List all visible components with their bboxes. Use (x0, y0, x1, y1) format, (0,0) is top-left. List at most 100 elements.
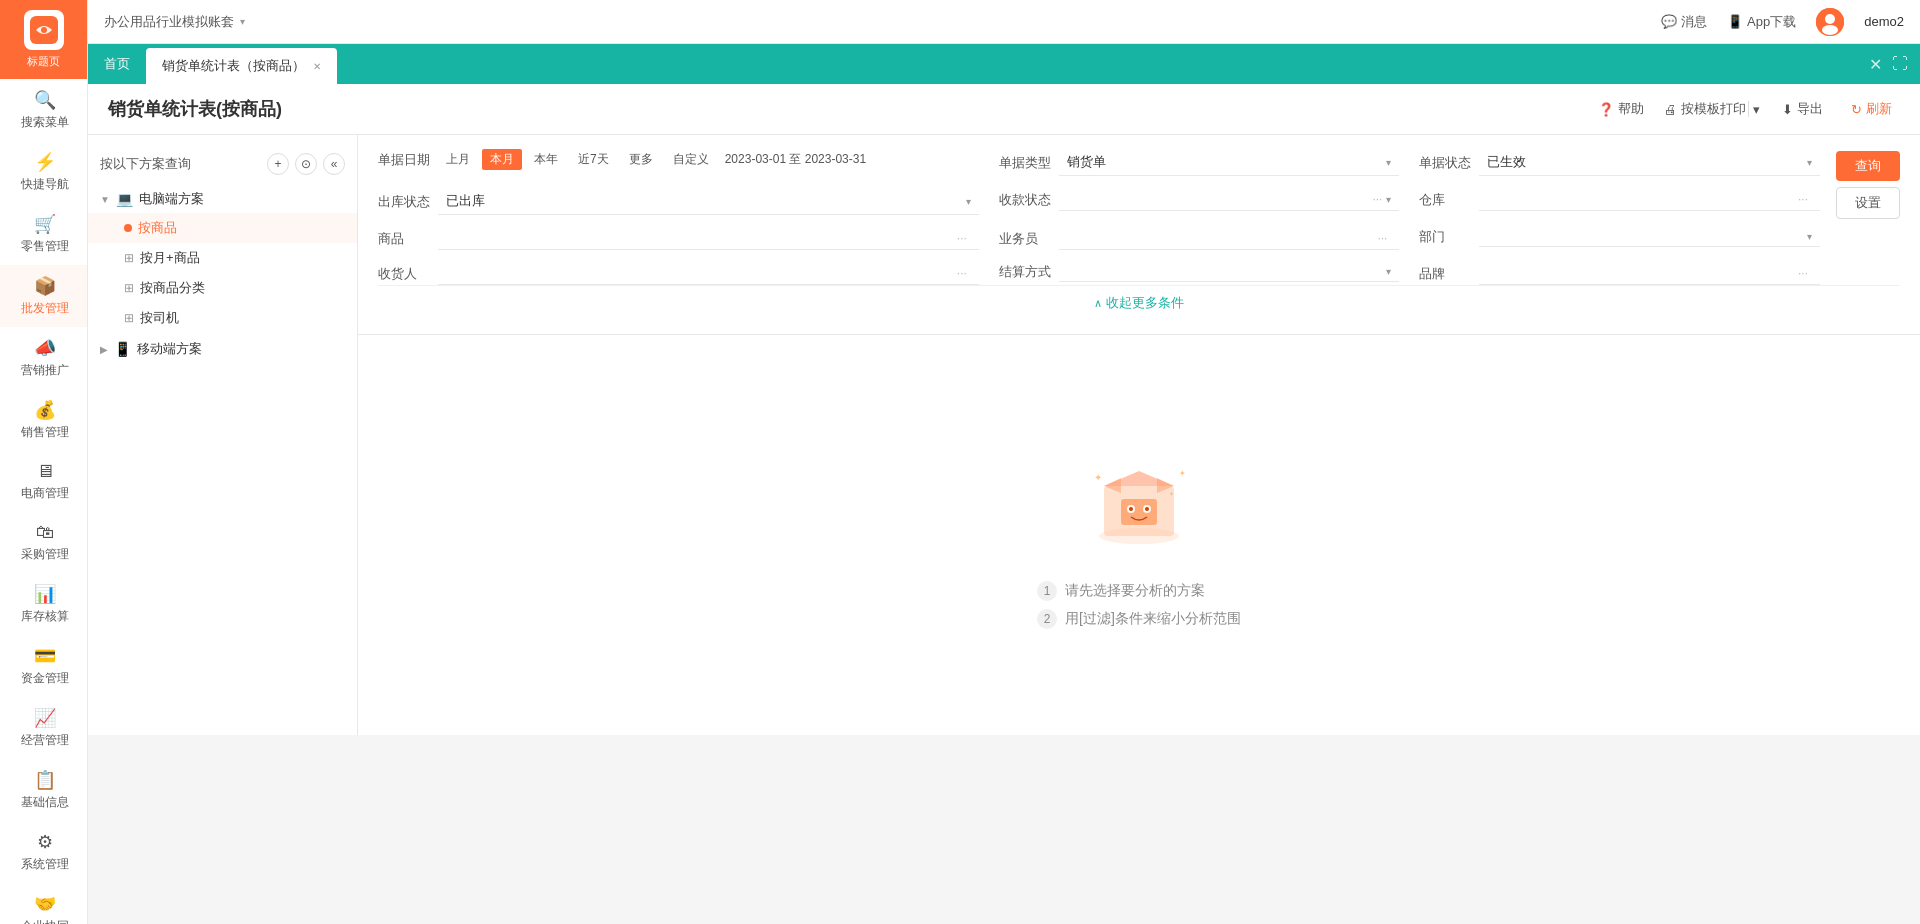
svg-point-1 (41, 27, 47, 33)
doc-status-label: 单据状态 (1419, 154, 1479, 172)
tab-sales-stat[interactable]: 销货单统计表（按商品） ✕ (146, 48, 337, 84)
warehouse-label: 仓库 (1419, 191, 1479, 209)
date-tab-this-year[interactable]: 本年 (526, 149, 566, 170)
refresh-icon: ↻ (1851, 102, 1862, 117)
doc-status-control[interactable]: 已生效 ▾ (1479, 149, 1820, 176)
expand-button[interactable]: ⛶ (1892, 55, 1908, 73)
goods-control[interactable]: ··· (438, 227, 979, 250)
out-status-control[interactable]: 已出库 ▾ (438, 188, 979, 215)
message-label: 消息 (1681, 13, 1707, 31)
refresh-button[interactable]: ↻ 刷新 (1843, 96, 1900, 122)
query-button[interactable]: 查询 (1836, 151, 1900, 181)
scheme-panel-header: 按以下方案查询 + ⊙ « (88, 147, 357, 181)
logo-area[interactable]: 标题页 (0, 0, 87, 79)
sidebar-item-inventory[interactable]: 📊 库存核算 (0, 573, 87, 635)
filter-field-salesperson: 业务员 ··· (999, 227, 1400, 250)
date-tab-custom[interactable]: 自定义 (665, 149, 717, 170)
page-actions: ❓ 帮助 🖨 按模板打印 ▾ ⬇ 导出 ↻ 刷新 (1590, 96, 1900, 122)
sidebar-item-retail[interactable]: 🛒 零售管理 (0, 203, 87, 265)
scheme-group-desktop-header[interactable]: ▼ 💻 电脑端方案 (88, 185, 357, 213)
collapse-row[interactable]: ∧ 收起更多条件 (378, 285, 1900, 320)
receipt-status-control[interactable]: ··· ▾ (1059, 188, 1400, 211)
more-icon[interactable]: ··· (1372, 192, 1382, 206)
sidebar-item-sales[interactable]: 💰 销售管理 (0, 389, 87, 451)
download-icon: 📱 (1727, 14, 1743, 29)
page-title: 销货单统计表(按商品) (108, 97, 282, 121)
print-button[interactable]: 🖨 按模板打印 (1664, 96, 1746, 122)
settings-button[interactable]: 设置 (1836, 187, 1900, 219)
desktop-icon: 💻 (116, 191, 133, 207)
more-icon[interactable]: ··· (1798, 192, 1808, 206)
sidebar-item-basic[interactable]: 📋 基础信息 (0, 759, 87, 821)
brand-control[interactable]: ··· (1479, 262, 1820, 285)
help-button[interactable]: ❓ 帮助 (1590, 96, 1652, 122)
sidebar-item-label: 基础信息 (21, 794, 69, 811)
doc-type-control[interactable]: 销货单 ▾ (1059, 149, 1400, 176)
filter-row-4: 收货人 ··· 结算方式 (378, 262, 1820, 285)
search-icon: 🔍 (34, 89, 56, 111)
sidebar-item-ecommerce[interactable]: 🖥 电商管理 (0, 451, 87, 512)
settlement-control[interactable]: ▾ (1059, 262, 1400, 282)
sidebar-item-marketing[interactable]: 📣 营销推广 (0, 327, 87, 389)
export-button[interactable]: ⬇ 导出 (1774, 96, 1831, 122)
more-icon[interactable]: ··· (957, 231, 967, 245)
salesperson-control[interactable]: ··· (1059, 227, 1400, 250)
date-tab-this-month[interactable]: 本月 (482, 149, 522, 170)
dept-control[interactable]: ▾ (1479, 227, 1820, 247)
warehouse-control[interactable]: ··· (1479, 188, 1820, 211)
export-label: 导出 (1797, 100, 1823, 118)
filter-row-2: 出库状态 已出库 ▾ 收款状态 (378, 188, 1820, 215)
more-icon[interactable]: ··· (957, 266, 967, 280)
sidebar-item-finance[interactable]: 💳 资金管理 (0, 635, 87, 697)
sidebar-item-wholesale[interactable]: 📦 批发管理 (0, 265, 87, 327)
ecommerce-icon: 🖥 (36, 461, 54, 482)
sales-icon: 💰 (34, 399, 56, 421)
date-range-value: 2023-03-01 至 2023-03-31 (725, 151, 866, 168)
scheme-settings-button[interactable]: ⊙ (295, 153, 317, 175)
more-icon[interactable]: ··· (1377, 231, 1387, 245)
sidebar-item-enterprise[interactable]: 🤝 企业协同 (0, 883, 87, 924)
app-selector[interactable]: 办公用品行业模拟账套 ▾ (104, 13, 245, 31)
scheme-item-by-month-goods[interactable]: ⊞ 按月+商品 (88, 243, 357, 273)
sidebar-item-search[interactable]: 🔍 搜索菜单 (0, 79, 87, 141)
close-all-tabs-button[interactable]: ✕ (1869, 55, 1882, 74)
tab-home[interactable]: 首页 (88, 44, 146, 84)
date-tab-7days[interactable]: 近7天 (570, 149, 617, 170)
message-button[interactable]: 💬 消息 (1661, 13, 1707, 31)
wholesale-icon: 📦 (34, 275, 56, 297)
receiver-control[interactable]: ··· (438, 262, 979, 285)
date-tab-last-month[interactable]: 上月 (438, 149, 478, 170)
app-download-button[interactable]: 📱 App下载 (1727, 13, 1796, 31)
collapse-label: 收起更多条件 (1106, 294, 1184, 312)
sidebar-item-quick-nav[interactable]: ⚡ 快捷导航 (0, 141, 87, 203)
filter-field-goods: 商品 ··· (378, 227, 979, 250)
sidebar-item-system[interactable]: ⚙ 系统管理 (0, 821, 87, 883)
user-name[interactable]: demo2 (1864, 14, 1904, 29)
filter-row-1: 单据日期 上月 本月 本年 近7天 更多 自定义 (378, 149, 1820, 176)
date-tab-more[interactable]: 更多 (621, 149, 661, 170)
svg-point-14 (1145, 507, 1149, 511)
filter-and-btns: 单据日期 上月 本月 本年 近7天 更多 自定义 (378, 149, 1900, 285)
sidebar-item-operations[interactable]: 📈 经营管理 (0, 697, 87, 759)
filter-field-warehouse: 仓库 ··· (1419, 188, 1820, 211)
scheme-item-label: 按商品 (138, 219, 177, 237)
svg-point-13 (1129, 507, 1133, 511)
sidebar-item-purchase[interactable]: 🛍 采购管理 (0, 512, 87, 573)
close-tab-icon[interactable]: ✕ (313, 61, 321, 72)
scheme-item-by-cashier[interactable]: ⊞ 按司机 (88, 303, 357, 333)
topbar-right: 💬 消息 📱 App下载 demo2 (1661, 8, 1904, 36)
more-icon[interactable]: ··· (1798, 266, 1808, 280)
scheme-add-button[interactable]: + (267, 153, 289, 175)
date-tabs: 上月 本月 本年 近7天 更多 自定义 (438, 149, 717, 170)
scheme-group-mobile-header[interactable]: ▶ 📱 移动端方案 (88, 335, 357, 363)
chevron-down-icon: ▾ (1386, 157, 1391, 168)
sidebar-item-label: 采购管理 (21, 546, 69, 563)
marketing-icon: 📣 (34, 337, 56, 359)
scheme-item-by-goods[interactable]: 按商品 (88, 213, 357, 243)
print-dropdown-arrow[interactable]: ▾ (1751, 98, 1762, 121)
svg-point-4 (1822, 25, 1838, 35)
operations-icon: 📈 (34, 707, 56, 729)
retail-icon: 🛒 (34, 213, 56, 235)
scheme-item-by-category[interactable]: ⊞ 按商品分类 (88, 273, 357, 303)
scheme-collapse-button[interactable]: « (323, 153, 345, 175)
